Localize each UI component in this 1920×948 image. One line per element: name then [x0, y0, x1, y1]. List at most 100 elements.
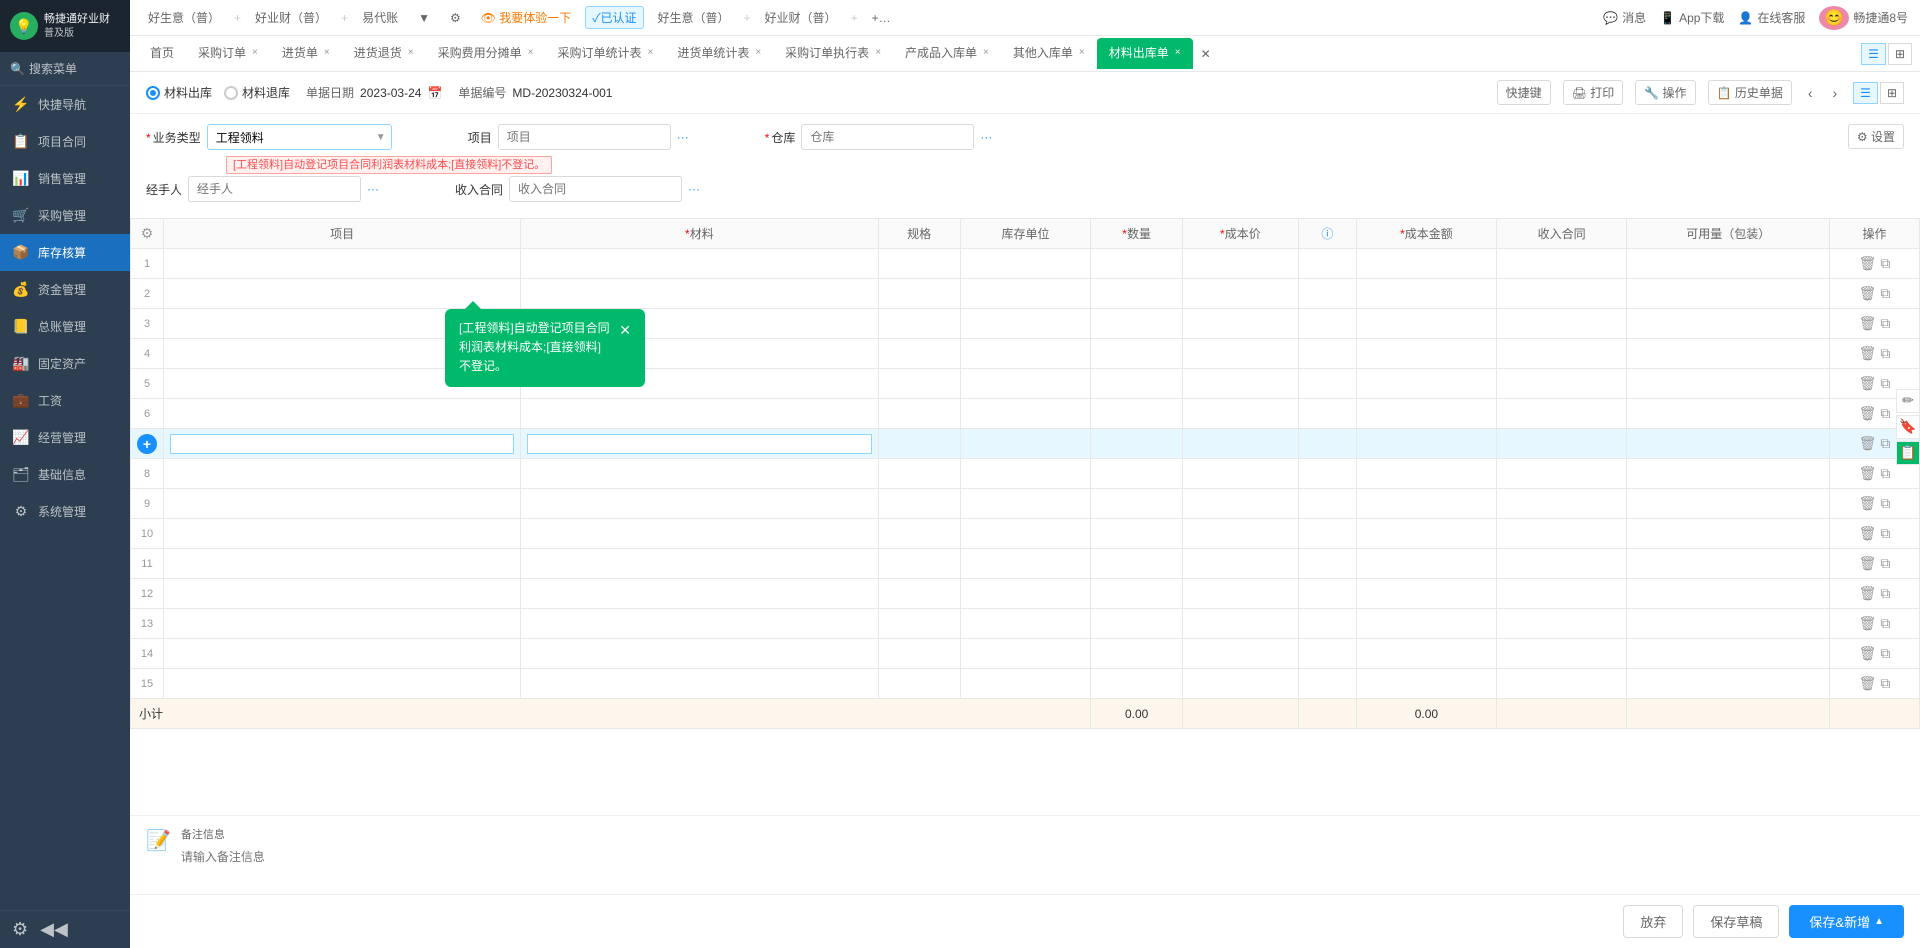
row-quantity[interactable] [1091, 429, 1183, 459]
copy-row-icon[interactable]: ⧉ [1880, 435, 1890, 452]
tab-purchase-in[interactable]: 进货单× [270, 38, 342, 69]
collapse-icon[interactable]: ◀◀ [40, 919, 68, 940]
delete-row-icon[interactable]: 🗑 [1859, 645, 1877, 662]
row-cost[interactable] [1182, 249, 1298, 279]
delete-row-icon[interactable]: 🗑 [1859, 315, 1877, 332]
row-cost[interactable] [1182, 309, 1298, 339]
row-cost-amount[interactable] [1356, 519, 1496, 549]
row-income-contract[interactable] [1496, 489, 1626, 519]
row-spec[interactable] [878, 309, 960, 339]
row-project[interactable] [164, 429, 521, 459]
copy-row-icon[interactable]: ⧉ [1880, 345, 1890, 362]
sidebar-item-basic[interactable]: 🗂 基础信息 [0, 456, 130, 493]
copy-row-icon[interactable]: ⧉ [1880, 465, 1890, 482]
copy-row-icon[interactable]: ⧉ [1880, 255, 1890, 272]
add-row-button[interactable]: + [137, 434, 157, 454]
copy-row-icon[interactable]: ⧉ [1880, 495, 1890, 512]
row-income-contract[interactable] [1496, 669, 1626, 699]
tab-finished-in[interactable]: 产成品入库单× [893, 38, 1001, 69]
sidebar-item-sales[interactable]: 📊 销售管理 [0, 160, 130, 197]
topbar-tag-more[interactable]: +… [866, 9, 897, 27]
business-type-input[interactable] [207, 124, 392, 150]
close-tab-purchase-exec[interactable]: × [875, 47, 881, 58]
row-spec[interactable] [878, 399, 960, 429]
topbar-trial[interactable]: 👁 我要体验一下 [475, 7, 578, 28]
row-income-contract[interactable] [1496, 339, 1626, 369]
row-project[interactable] [164, 489, 521, 519]
btn-print[interactable]: 🖨 打印 [1563, 80, 1624, 105]
row-spec[interactable] [878, 459, 960, 489]
row-quantity[interactable] [1091, 549, 1183, 579]
row-quantity[interactable] [1091, 609, 1183, 639]
sidebar-item-salary[interactable]: 💼 工资 [0, 382, 130, 419]
row-cost-amount[interactable] [1356, 429, 1496, 459]
row-cost[interactable] [1182, 429, 1298, 459]
list-view-btn[interactable]: ☰ [1853, 82, 1878, 104]
topbar-tag-haoyecai[interactable]: 好业财（普） [249, 7, 333, 28]
row-cost-amount[interactable] [1356, 369, 1496, 399]
tab-purchase-fee[interactable]: 采购费用分摊单× [426, 38, 546, 69]
row-material[interactable] [521, 549, 878, 579]
tab-close-all[interactable]: ✕ [1193, 41, 1219, 67]
row-material[interactable] [521, 429, 878, 459]
income-contract-input[interactable] [509, 176, 682, 202]
sidebar-item-ledger[interactable]: 📒 总账管理 [0, 308, 130, 345]
row-income-contract[interactable] [1496, 279, 1626, 309]
col-header-settings[interactable]: ⚙ [131, 219, 164, 249]
close-tab-purchase-in-stat[interactable]: × [755, 47, 761, 58]
save-new-button[interactable]: 保存&新增 ▲ [1789, 905, 1904, 938]
topbar-user[interactable]: 😊 畅捷通8号 [1819, 6, 1908, 30]
grid-view-btn[interactable]: ⊞ [1880, 82, 1904, 104]
row-quantity[interactable] [1091, 519, 1183, 549]
delete-row-icon[interactable]: 🗑 [1859, 555, 1877, 572]
row-cost-amount[interactable] [1356, 669, 1496, 699]
row-spec[interactable] [878, 519, 960, 549]
radio-material-out[interactable]: 材料出库 [146, 84, 212, 101]
sidebar-item-inventory[interactable]: 📦 库存核算 [0, 234, 130, 271]
row-spec[interactable] [878, 669, 960, 699]
close-tab-purchase-return[interactable]: × [408, 47, 414, 58]
delete-row-icon[interactable]: 🗑 [1859, 345, 1877, 362]
close-tab-purchase-fee[interactable]: × [528, 47, 534, 58]
row-material[interactable] [521, 669, 878, 699]
row-material-input[interactable] [527, 434, 871, 454]
row-income-contract[interactable] [1496, 639, 1626, 669]
sidebar-item-project[interactable]: 📋 项目合同 [0, 123, 130, 160]
discard-button[interactable]: 放弃 [1623, 905, 1683, 938]
delete-row-icon[interactable]: 🗑 [1859, 495, 1877, 512]
delete-row-icon[interactable]: 🗑 [1859, 405, 1877, 422]
prev-record[interactable]: ‹ [1804, 83, 1817, 103]
row-quantity[interactable] [1091, 279, 1183, 309]
row-material[interactable] [521, 399, 878, 429]
sidebar-search[interactable]: 🔍 搜索菜单 [0, 52, 130, 86]
delete-row-icon[interactable]: 🗑 [1859, 525, 1877, 542]
topbar-tag-dropdown[interactable]: ▼ [412, 9, 436, 27]
notes-input[interactable] [181, 844, 981, 884]
row-income-contract[interactable] [1496, 519, 1626, 549]
tab-purchase-return[interactable]: 进货退货× [342, 38, 426, 69]
row-income-contract[interactable] [1496, 369, 1626, 399]
topbar-tag-haoshengyi2[interactable]: 好生意（普） [652, 7, 736, 28]
row-project[interactable] [164, 399, 521, 429]
row-cost[interactable] [1182, 669, 1298, 699]
row-material[interactable] [521, 519, 878, 549]
tab-purchase-in-stat[interactable]: 进货单统计表× [665, 38, 773, 69]
settings-btn[interactable]: ⚙ 设置 [1848, 124, 1904, 149]
delete-row-icon[interactable]: 🗑 [1859, 375, 1877, 392]
row-spec[interactable] [878, 339, 960, 369]
tab-other-in[interactable]: 其他入库单× [1001, 38, 1097, 69]
row-cost-amount[interactable] [1356, 399, 1496, 429]
copy-row-icon[interactable]: ⧉ [1880, 615, 1890, 632]
save-draft-button[interactable]: 保存草稿 [1693, 905, 1779, 938]
row-cost-amount[interactable] [1356, 249, 1496, 279]
delete-row-icon[interactable]: 🗑 [1859, 675, 1877, 692]
row-project[interactable] [164, 519, 521, 549]
right-tool-edit[interactable]: ✏ [1896, 389, 1920, 413]
sidebar-item-operations[interactable]: 📈 经营管理 [0, 419, 130, 456]
row-cost[interactable] [1182, 489, 1298, 519]
row-quantity[interactable] [1091, 639, 1183, 669]
row-income-contract[interactable] [1496, 249, 1626, 279]
row-cost[interactable] [1182, 519, 1298, 549]
row-income-contract[interactable] [1496, 399, 1626, 429]
right-tool-green[interactable]: 📋 [1896, 441, 1920, 465]
